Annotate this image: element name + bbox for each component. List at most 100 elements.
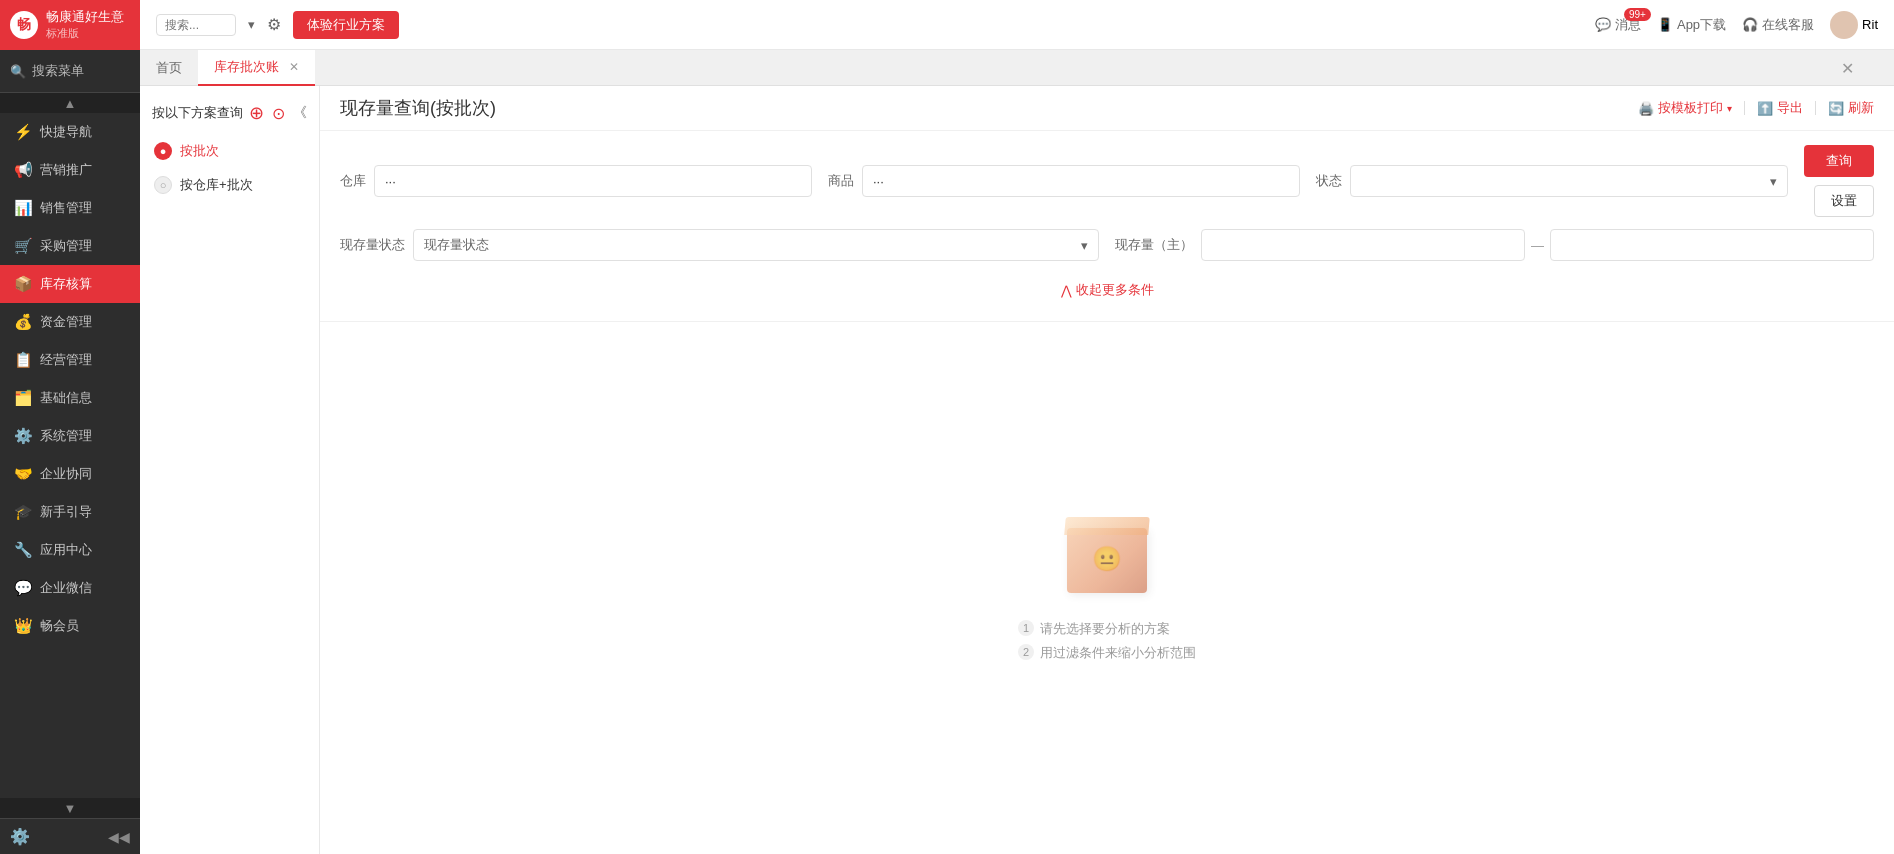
- sidebar-item-label: 资金管理: [40, 313, 92, 331]
- guide-icon: 🎓: [14, 503, 32, 521]
- product-dots: ···: [873, 174, 884, 189]
- stock-qty-min-input[interactable]: [1201, 229, 1525, 261]
- sidebar-search[interactable]: 🔍 搜索菜单: [0, 50, 140, 93]
- sidebar-item-member[interactable]: 👑 畅会员: [0, 607, 140, 645]
- app-download-label: App下载: [1677, 16, 1726, 34]
- print-dropdown-icon: ▾: [1727, 103, 1732, 114]
- topbar-settings-icon[interactable]: ⚙: [267, 15, 281, 34]
- sidebar-item-enterprise[interactable]: 🤝 企业协同: [0, 455, 140, 493]
- sidebar-item-label: 系统管理: [40, 427, 92, 445]
- sidebar-item-label: 畅会员: [40, 617, 79, 635]
- warehouse-batch-icon: ○: [154, 176, 172, 194]
- topbar-dropdown[interactable]: ▾: [248, 17, 255, 32]
- sidebar-nav: ⚡ 快捷导航 📢 营销推广 📊 销售管理 🛒 采购管理 📦 库存核算 💰 资金管…: [0, 113, 140, 798]
- settings-icon[interactable]: ⚙️: [10, 827, 30, 846]
- refresh-button[interactable]: 🔄 刷新: [1828, 99, 1874, 117]
- marketing-icon: 📢: [14, 161, 32, 179]
- sidebar-item-wechat[interactable]: 💬 企业微信: [0, 569, 140, 607]
- collapse-more-button[interactable]: ⋀ 收起更多条件: [340, 273, 1874, 307]
- export-button[interactable]: ⬆️ 导出: [1757, 99, 1803, 117]
- warehouse-input[interactable]: ···: [374, 165, 812, 197]
- chevron-down-icon: ▾: [248, 17, 255, 32]
- settings-button[interactable]: 设置: [1814, 185, 1874, 217]
- range-dash: —: [1531, 238, 1544, 253]
- search-icon: 🔍: [10, 64, 26, 79]
- empty-state: 😐 1 请先选择要分析的方案 2 用过滤条件来缩小分析范围: [320, 322, 1894, 854]
- refresh-icon: 🔄: [1828, 101, 1844, 116]
- stock-qty-max-input[interactable]: [1550, 229, 1874, 261]
- warehouse-dots: ···: [385, 174, 396, 189]
- sidebar-item-guide[interactable]: 🎓 新手引导: [0, 493, 140, 531]
- filter-row-2: 现存量状态 现存量状态 ▾ 现存量（主） —: [340, 229, 1874, 261]
- sidebar-item-label: 企业微信: [40, 579, 92, 597]
- print-button[interactable]: 🖨️ 按模板打印 ▾: [1638, 99, 1732, 117]
- sidebar-item-label: 经营管理: [40, 351, 92, 369]
- sidebar-item-operation[interactable]: 📋 经营管理: [0, 341, 140, 379]
- sidebar-item-basic[interactable]: 🗂️ 基础信息: [0, 379, 140, 417]
- phone-icon: 📱: [1657, 17, 1673, 32]
- by-batch-label: 按批次: [180, 142, 219, 160]
- filter-status: 状态 ▾: [1316, 165, 1788, 197]
- sidebar-item-label: 采购管理: [40, 237, 92, 255]
- sidebar-item-sales[interactable]: 📊 销售管理: [0, 189, 140, 227]
- breadcrumb: [156, 14, 236, 36]
- topbar: ▾ ⚙ 体验行业方案 💬 消息 99+ 📱 App下载 🎧 在线客服 Rit: [140, 0, 1894, 50]
- sidebar-item-label: 销售管理: [40, 199, 92, 217]
- hint-text-2: 用过滤条件来缩小分析范围: [1040, 644, 1196, 662]
- purchase-icon: 🛒: [14, 237, 32, 255]
- collapse-panel-button[interactable]: 《: [293, 104, 307, 122]
- user-button[interactable]: Rit: [1830, 11, 1878, 39]
- btn-row: 查询 设置: [1804, 145, 1874, 217]
- hint-num-2: 2: [1018, 644, 1034, 660]
- query-button[interactable]: 查询: [1804, 145, 1874, 177]
- tab-inventory-batch[interactable]: 库存批次账 ✕: [198, 50, 315, 86]
- message-button[interactable]: 💬 消息 99+: [1595, 16, 1641, 34]
- tab-home[interactable]: 首页: [140, 50, 198, 86]
- message-icon: 💬: [1595, 17, 1611, 32]
- sidebar-header: 畅 畅康通好生意 标准版: [0, 0, 140, 50]
- filter-row-1: 仓库 ··· 商品 ··· 状态: [340, 145, 1874, 217]
- sidebar-item-inventory[interactable]: 📦 库存核算: [0, 265, 140, 303]
- main-area: ▾ ⚙ 体验行业方案 💬 消息 99+ 📱 App下载 🎧 在线客服 Rit: [140, 0, 1894, 854]
- sidebar-item-marketing[interactable]: 📢 营销推广: [0, 151, 140, 189]
- stock-status-select[interactable]: 现存量状态 ▾: [413, 229, 1099, 261]
- topbar-right: 💬 消息 99+ 📱 App下载 🎧 在线客服 Rit: [1595, 11, 1878, 39]
- sidebar-item-apps[interactable]: 🔧 应用中心: [0, 531, 140, 569]
- scroll-down-button[interactable]: ▼: [0, 798, 140, 818]
- status-select[interactable]: ▾: [1350, 165, 1788, 197]
- scheme-settings-icon[interactable]: ⊙: [272, 104, 285, 123]
- scroll-up-button[interactable]: ▲: [0, 93, 140, 113]
- divider2: [1815, 101, 1816, 115]
- stock-status-label: 现存量状态: [340, 236, 405, 254]
- sidebar-item-finance[interactable]: 💰 资金管理: [0, 303, 140, 341]
- inventory-batch-tab-label: 库存批次账: [214, 49, 279, 85]
- panel-item-by-batch[interactable]: ● 按批次: [140, 134, 319, 168]
- sidebar-item-quick[interactable]: ⚡ 快捷导航: [0, 113, 140, 151]
- print-label: 按模板打印: [1658, 99, 1723, 117]
- sidebar-item-label: 基础信息: [40, 389, 92, 407]
- sidebar-item-system[interactable]: ⚙️ 系统管理: [0, 417, 140, 455]
- sidebar-item-label: 应用中心: [40, 541, 92, 559]
- product-input[interactable]: ···: [862, 165, 1300, 197]
- app-download-button[interactable]: 📱 App下载: [1657, 16, 1726, 34]
- collapse-sidebar-button[interactable]: ◀◀: [108, 829, 130, 845]
- add-scheme-button[interactable]: ⊕: [249, 102, 264, 124]
- online-service-button[interactable]: 🎧 在线客服: [1742, 16, 1814, 34]
- tab-close-button[interactable]: ✕: [289, 49, 299, 85]
- sidebar-item-purchase[interactable]: 🛒 采购管理: [0, 227, 140, 265]
- system-icon: ⚙️: [14, 427, 32, 445]
- left-panel: 按以下方案查询 ⊕ ⊙ 《 ● 按批次 ○ 按仓库+批次: [140, 86, 320, 854]
- user-name: Rit: [1862, 17, 1878, 32]
- export-icon: ⬆️: [1757, 101, 1773, 116]
- main-content: 现存量查询(按批次) 🖨️ 按模板打印 ▾ ⬆️ 导出 🔄: [320, 86, 1894, 854]
- online-service-label: 在线客服: [1762, 16, 1814, 34]
- tabbar: 首页 库存批次账 ✕ ✕: [140, 50, 1894, 86]
- message-badge: 99+: [1624, 8, 1651, 21]
- search-input[interactable]: [156, 14, 236, 36]
- tabbar-close-button[interactable]: ✕: [1841, 58, 1854, 77]
- trial-button[interactable]: 体验行业方案: [293, 11, 399, 39]
- panel-item-by-warehouse-batch[interactable]: ○ 按仓库+批次: [140, 168, 319, 202]
- content-area: 按以下方案查询 ⊕ ⊙ 《 ● 按批次 ○ 按仓库+批次 现存量查询(按批次): [140, 86, 1894, 854]
- search-menu-button[interactable]: 🔍 搜索菜单: [10, 58, 130, 84]
- printer-icon: 🖨️: [1638, 101, 1654, 116]
